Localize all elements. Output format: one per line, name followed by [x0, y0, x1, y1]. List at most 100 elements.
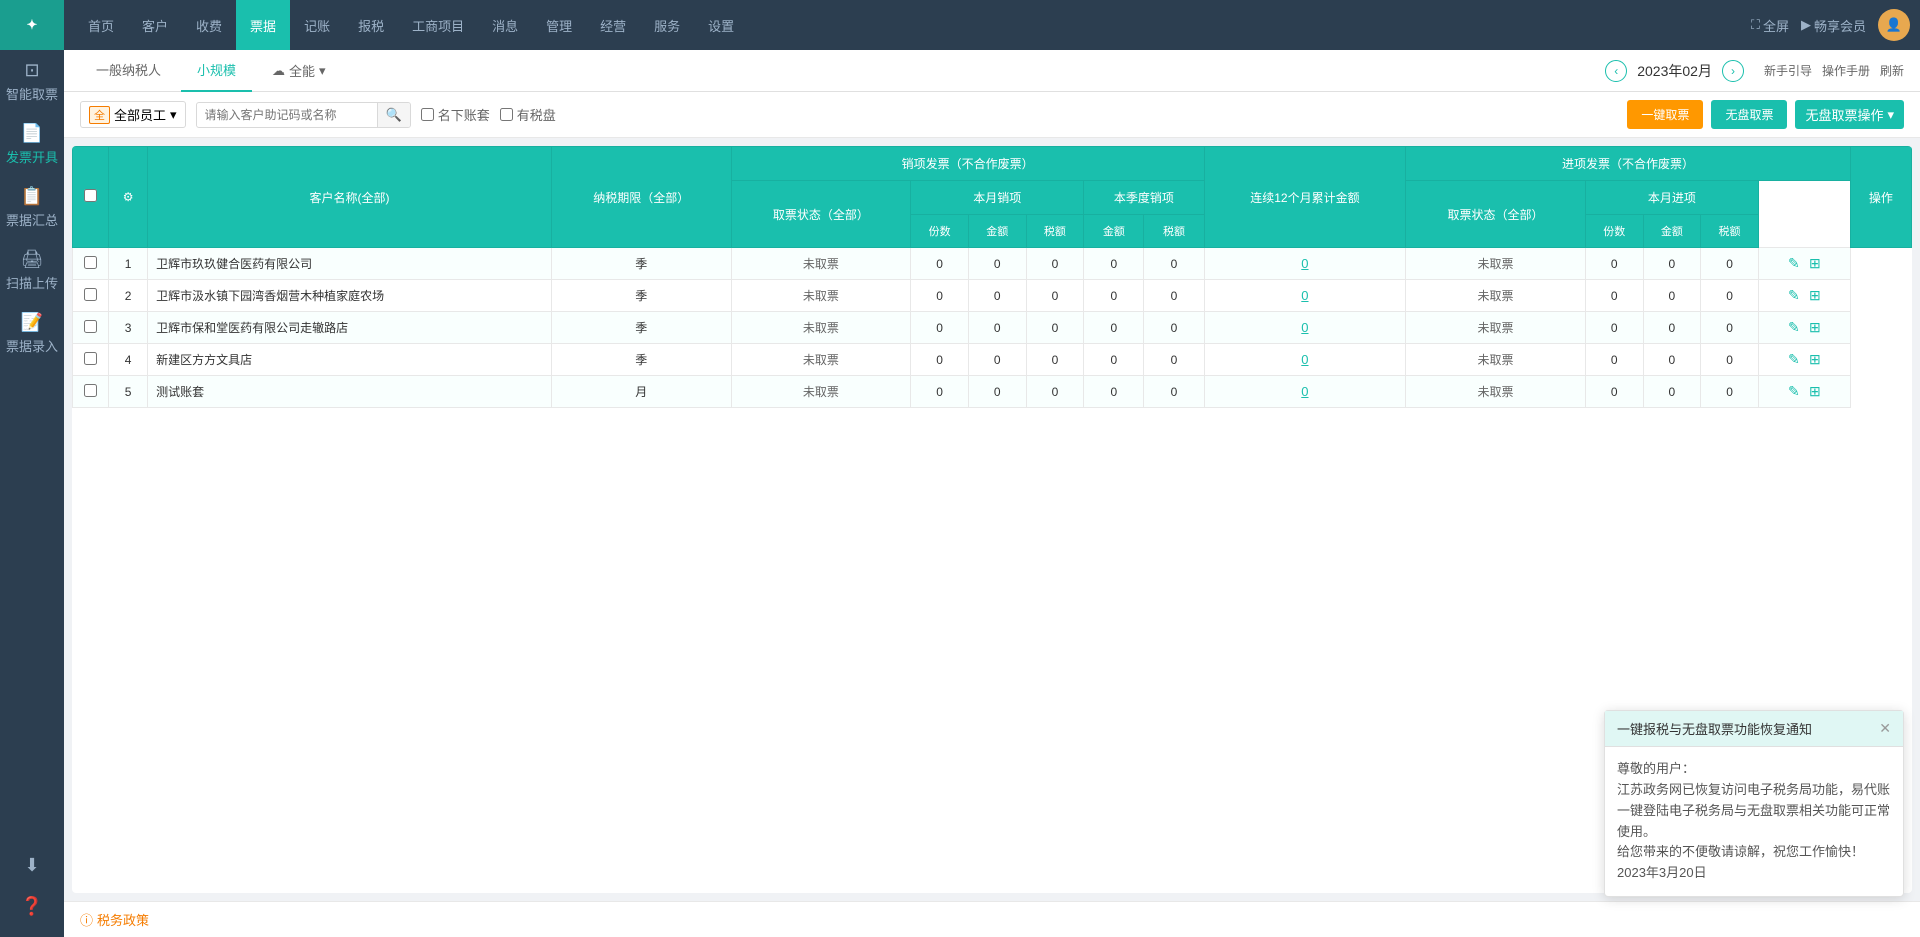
view-icon[interactable]: ⊞ [1809, 319, 1821, 335]
col-checkbox [73, 147, 109, 248]
sidebar-item-download[interactable]: ⬇ [0, 845, 64, 886]
taxable-checkbox-label[interactable]: 有税盘 [500, 105, 556, 124]
edit-icon[interactable]: ✎ [1788, 383, 1800, 399]
nav-bookkeeping[interactable]: 记账 [290, 0, 344, 50]
search-button[interactable]: 🔍 [377, 103, 410, 127]
refresh-link[interactable]: 刷新 [1880, 62, 1904, 79]
table-body: 1 卫辉市玖玖健合医药有限公司 季 未取票 0 0 0 0 0 0 未取票 0 … [73, 248, 1912, 408]
edit-icon[interactable]: ✎ [1788, 255, 1800, 271]
row-checkbox-cell [73, 248, 109, 280]
prev-month-btn[interactable]: ‹ [1605, 60, 1627, 82]
tab-small-scale[interactable]: 小规模 [181, 50, 252, 92]
app-logo[interactable]: ✦ [0, 0, 64, 50]
fullscreen-btn[interactable]: ⛶ 全屏 [1751, 16, 1789, 35]
subscribed-checkbox-label[interactable]: 名下账套 [421, 105, 490, 124]
view-icon[interactable]: ⊞ [1809, 287, 1821, 303]
nav-service[interactable]: 服务 [640, 0, 694, 50]
notification-close-btn[interactable]: ✕ [1879, 720, 1891, 737]
vip-btn[interactable]: ▶ 畅享会员 [1801, 16, 1866, 35]
toolbar-right: 一键取票 无盘取票 无盘取票操作 ▾ [1627, 100, 1904, 129]
sidebar-item-invoice-entry[interactable]: 📝 票据录入 [0, 302, 64, 365]
taxable-checkbox[interactable] [500, 108, 513, 121]
row-monthly-sales-count: 0 [911, 344, 969, 376]
next-month-btn[interactable]: › [1722, 60, 1744, 82]
row-monthly-purchase-count: 0 [1585, 376, 1643, 408]
help-icon: ❓ [21, 896, 43, 917]
select-all-checkbox[interactable] [84, 189, 97, 202]
nav-tax[interactable]: 报税 [344, 0, 398, 50]
employee-select[interactable]: 全 全部员工 ▾ [80, 101, 186, 128]
edit-icon[interactable]: ✎ [1788, 319, 1800, 335]
sidebar-item-issue-invoice[interactable]: 📄 发票开具 [0, 113, 64, 176]
col-customer-header: 客户名称(全部) [148, 147, 552, 248]
row-monthly-sales-amount: 0 [968, 376, 1026, 408]
subscribed-checkbox[interactable] [421, 108, 434, 121]
row-quarterly-tax: 0 [1144, 376, 1204, 408]
col-monthly-purchase-tax: 税额 [1701, 215, 1759, 248]
col-settings-icon-header: ⚙ [109, 147, 148, 248]
row-checkbox-cell [73, 344, 109, 376]
row-quarterly-tax: 0 [1144, 280, 1204, 312]
row-customer: 卫辉市玖玖健合医药有限公司 [148, 248, 552, 280]
sidebar-item-invoice-summary[interactable]: 📋 票据汇总 [0, 176, 64, 239]
tab-general-taxpayer[interactable]: 一般纳税人 [80, 50, 177, 92]
sidebar-item-label: 发票开具 [6, 147, 58, 166]
row-monthly-purchase-count: 0 [1585, 248, 1643, 280]
row-checkbox[interactable] [84, 320, 97, 333]
notification-content: 尊敬的用户： 江苏政务网已恢复访问电子税务局功能，易代账一键登陆电子税务局与无盘… [1617, 759, 1891, 884]
row-checkbox-cell [73, 376, 109, 408]
nav-business[interactable]: 工商项目 [398, 0, 478, 50]
tax-policy-link[interactable]: ⓘ 税务政策 [80, 910, 149, 929]
col-sales-header: 销项发票（不合作废票） [731, 147, 1204, 181]
scan-upload-icon: 🖨 [21, 249, 44, 270]
no-disk-fetch-button[interactable]: 无盘取票 [1711, 100, 1787, 129]
view-icon[interactable]: ⊞ [1809, 255, 1821, 271]
row-monthly-purchase-amount: 0 [1643, 344, 1701, 376]
new-guide-link[interactable]: 新手引导 [1764, 62, 1812, 79]
nav-invoice[interactable]: 票据 [236, 0, 290, 50]
nav-operations[interactable]: 经营 [586, 0, 640, 50]
notification-header: 一键报税与无盘取票功能恢复通知 ✕ [1605, 711, 1903, 747]
nav-message[interactable]: 消息 [478, 0, 532, 50]
row-customer: 卫辉市汲水镇下园湾香烟营木种植家庭农场 [148, 280, 552, 312]
nav-home[interactable]: 首页 [74, 0, 128, 50]
sidebar-item-label: 票据汇总 [6, 210, 58, 229]
sidebar-bottom: ⬇ ❓ [0, 845, 64, 937]
fullscreen-icon: ⛶ [1751, 17, 1760, 33]
row-fetch-status-sales: 未取票 [731, 248, 911, 280]
row-twelve-month: 0 [1204, 280, 1406, 312]
col-monthly-sales-header: 本月销项 [911, 181, 1084, 215]
dropdown-arrow-icon: ▾ [1887, 107, 1894, 123]
issue-invoice-icon: 📄 [21, 123, 43, 144]
nav-settings[interactable]: 设置 [694, 0, 748, 50]
nav-billing[interactable]: 收费 [182, 0, 236, 50]
sidebar-item-smart-fetch[interactable]: ⊡ 智能取票 [0, 50, 64, 113]
row-fetch-status-purchase: 未取票 [1406, 312, 1586, 344]
row-monthly-purchase-amount: 0 [1643, 248, 1701, 280]
row-tax-period: 季 [551, 248, 731, 280]
notification-popup: 一键报税与无盘取票功能恢复通知 ✕ 尊敬的用户： 江苏政务网已恢复访问电子税务局… [1604, 710, 1904, 897]
manual-link[interactable]: 操作手册 [1822, 62, 1870, 79]
row-quarterly-amount: 0 [1084, 344, 1144, 376]
avatar[interactable]: 👤 [1878, 9, 1910, 41]
sidebar-item-scan-upload[interactable]: 🖨 扫描上传 [0, 239, 64, 302]
view-icon[interactable]: ⊞ [1809, 351, 1821, 367]
row-customer: 卫辉市保和堂医药有限公司走辙路店 [148, 312, 552, 344]
row-checkbox[interactable] [84, 288, 97, 301]
search-input[interactable] [197, 104, 377, 126]
row-checkbox[interactable] [84, 352, 97, 365]
nav-management[interactable]: 管理 [532, 0, 586, 50]
subtabs-right-actions: 新手引导 操作手册 刷新 [1764, 62, 1904, 79]
view-icon[interactable]: ⊞ [1809, 383, 1821, 399]
tab-all[interactable]: ☁ 全能 ▾ [264, 61, 334, 80]
edit-icon[interactable]: ✎ [1788, 351, 1800, 367]
edit-icon[interactable]: ✎ [1788, 287, 1800, 303]
row-checkbox[interactable] [84, 256, 97, 269]
row-twelve-month: 0 [1204, 344, 1406, 376]
sidebar-item-help[interactable]: ❓ [0, 886, 64, 927]
col-monthly-sales-count: 份数 [911, 215, 969, 248]
fetch-all-button[interactable]: 一键取票 [1627, 100, 1703, 129]
nav-customer[interactable]: 客户 [128, 0, 182, 50]
row-checkbox[interactable] [84, 384, 97, 397]
no-disk-ops-button[interactable]: 无盘取票操作 ▾ [1795, 100, 1904, 129]
